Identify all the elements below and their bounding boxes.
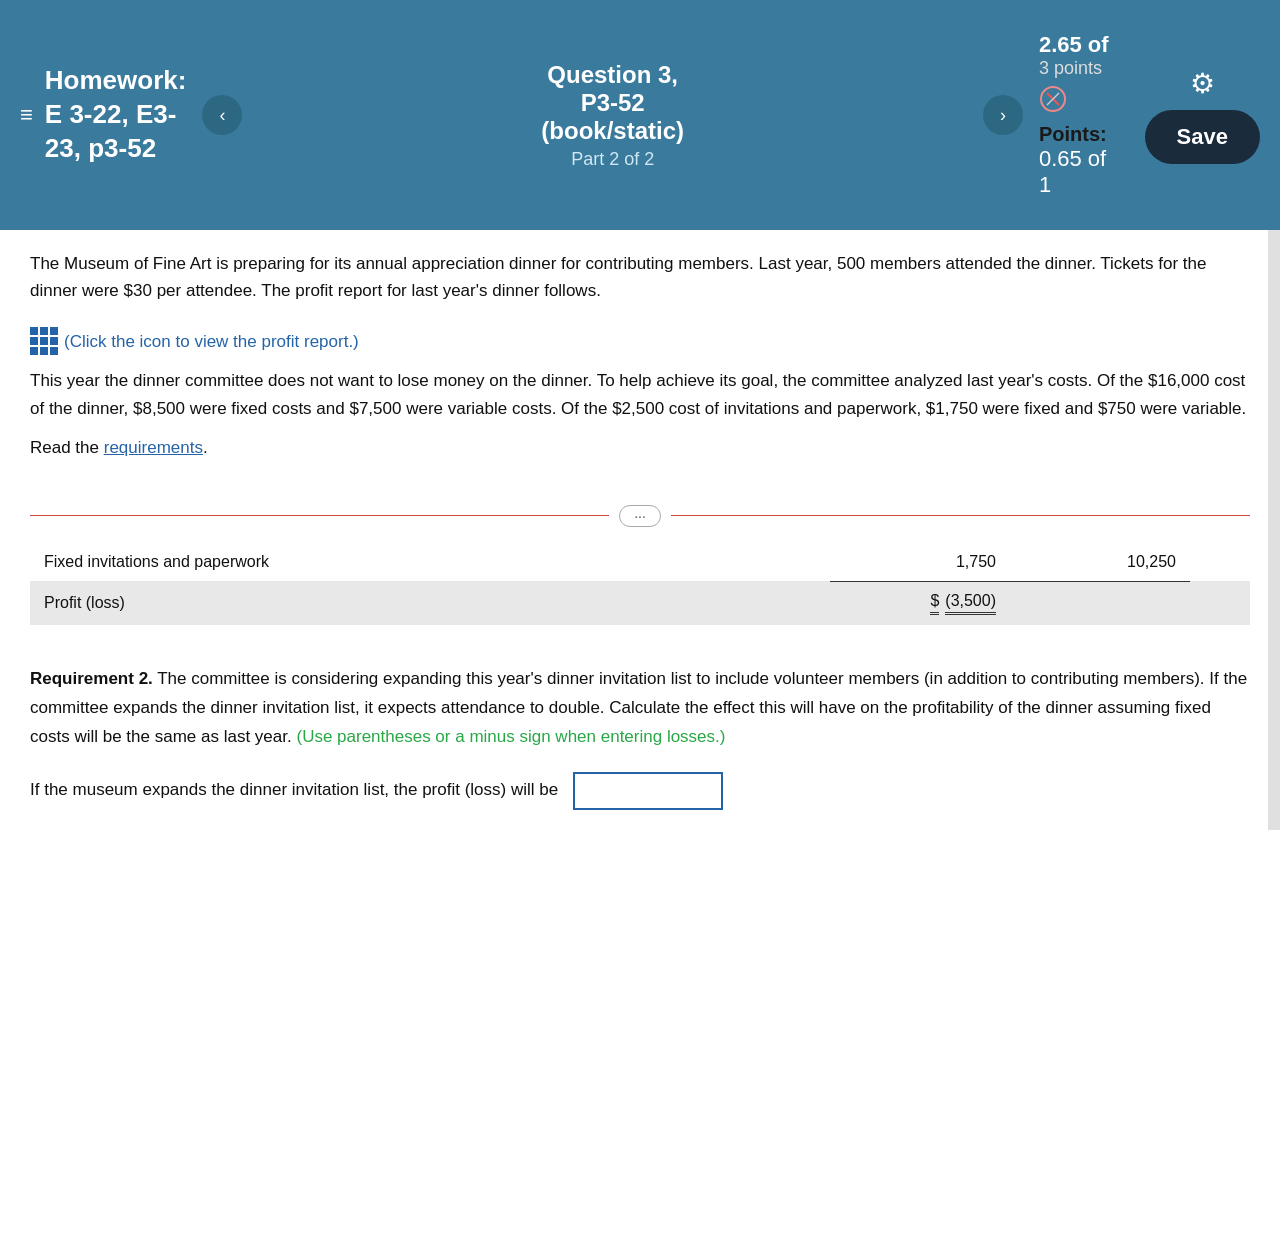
profit-report-link[interactable]: (Click the icon to view the profit repor… (30, 327, 359, 355)
profit-col2 (1010, 581, 1190, 625)
row1-col1: 1,750 (830, 543, 1010, 582)
prev-button[interactable]: ‹ (202, 95, 242, 135)
save-button[interactable]: Save (1145, 110, 1260, 164)
requirement-question: If the museum expands the dinner invitat… (30, 772, 1250, 810)
table-row-profit: Profit (loss) $ (3,500) (30, 581, 1250, 625)
header-actions: ⚙ Save (1145, 67, 1260, 164)
question-part: Part 2 of 2 (258, 149, 966, 170)
profit-label: Profit (loss) (30, 581, 830, 625)
homework-title-line1: Homework: (45, 64, 187, 98)
question-center: Question 3, P3-52 (book/static) Part 2 o… (258, 61, 966, 170)
question-subtitle2: (book/static) (258, 117, 966, 145)
table-row: Fixed invitations and paperwork 1,750 10… (30, 543, 1250, 582)
row1-col2: 10,250 (1010, 543, 1190, 582)
hamburger-icon[interactable]: ≡ (20, 102, 33, 128)
homework-title-line2: E 3-22, E3- (45, 98, 187, 132)
table-section: Fixed invitations and paperwork 1,750 10… (0, 543, 1280, 625)
requirement-bold: Requirement 2. (30, 669, 153, 688)
row1-label: Fixed invitations and paperwork (30, 543, 830, 582)
divider-line-right (671, 515, 1250, 516)
header: ≡ Homework: E 3-22, E3- 23, p3-52 ‹ Ques… (0, 0, 1280, 230)
paragraph1: The Museum of Fine Art is preparing for … (30, 250, 1250, 304)
requirement-highlight: (Use parentheses or a minus sign when en… (296, 727, 725, 746)
requirements-row: Read the requirements. (30, 434, 1250, 461)
answer-input-box[interactable] (573, 772, 723, 810)
content-area: The Museum of Fine Art is preparing for … (0, 230, 1280, 481)
score-value: 2.65 of 3 points (1039, 32, 1109, 79)
divider-line-left (30, 515, 609, 516)
question-text: If the museum expands the dinner invitat… (30, 780, 558, 799)
requirement-section: Requirement 2. The committee is consider… (0, 645, 1280, 830)
score-sub: 3 points (1039, 58, 1102, 78)
homework-title-line3: 23, p3-52 (45, 132, 187, 166)
score-icon (1039, 85, 1067, 117)
profit-value: (3,500) (945, 592, 996, 615)
next-button[interactable]: › (983, 95, 1023, 135)
divider-dots[interactable]: ··· (619, 505, 661, 527)
paragraph2: This year the dinner committee does not … (30, 367, 1250, 421)
question-subtitle1: P3-52 (258, 89, 966, 117)
question-title: Question 3, (258, 61, 966, 89)
results-table: Fixed invitations and paperwork 1,750 10… (30, 543, 1250, 625)
requirement-paragraph: Requirement 2. The committee is consider… (30, 665, 1250, 752)
homework-title: Homework: E 3-22, E3- 23, p3-52 (45, 64, 187, 165)
dollar-sign: $ (930, 592, 939, 615)
profit-col1: $ (3,500) (830, 581, 1010, 625)
grid-icon (30, 327, 58, 355)
header-left: ≡ Homework: E 3-22, E3- 23, p3-52 (20, 64, 186, 165)
scrollbar[interactable] (1268, 230, 1280, 830)
header-right: 2.65 of 3 points Points: 0.65 of 1 (1039, 32, 1109, 198)
icon-link-text: (Click the icon to view the profit repor… (64, 328, 359, 355)
requirements-link[interactable]: requirements (104, 438, 203, 457)
gear-icon[interactable]: ⚙ (1190, 67, 1215, 100)
points-label: Points: 0.65 of 1 (1039, 123, 1107, 198)
icon-link-row: (Click the icon to view the profit repor… (30, 316, 1250, 355)
profit-value-group: $ (3,500) (844, 592, 996, 615)
divider: ··· (0, 505, 1280, 527)
